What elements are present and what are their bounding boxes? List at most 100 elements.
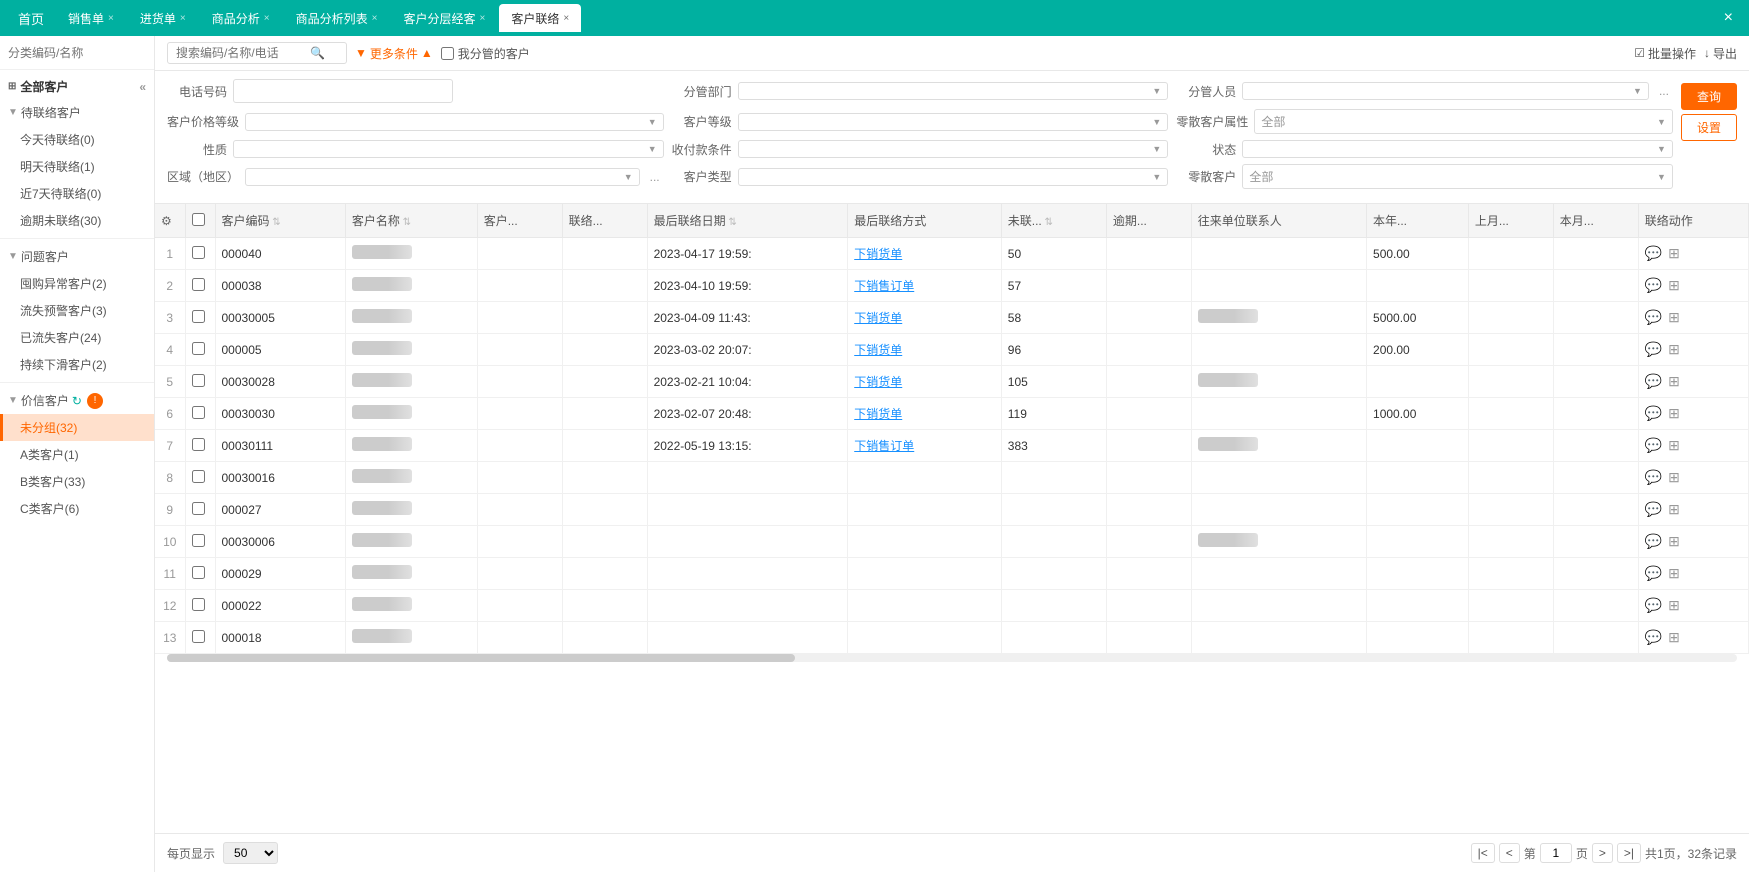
nav-tab-analysis-list[interactable]: 商品分析列表 ×: [284, 4, 390, 32]
close-all-button[interactable]: ×: [1716, 9, 1741, 27]
row-checkbox[interactable]: [192, 310, 205, 323]
sidebar-item-churn-warning[interactable]: 流失预警客户(3): [0, 297, 154, 324]
nav-home[interactable]: 首页: [8, 9, 54, 28]
qr-icon[interactable]: ⊞: [1668, 597, 1680, 614]
row-checkbox[interactable]: [192, 342, 205, 355]
col-gear[interactable]: ⚙: [155, 204, 185, 238]
nav-tab-analysis[interactable]: 商品分析 ×: [200, 4, 282, 32]
comment-icon[interactable]: 💬: [1645, 565, 1662, 582]
scrollbar-thumb[interactable]: [167, 654, 795, 662]
page-number-input[interactable]: [1540, 843, 1572, 863]
row-checkbox[interactable]: [192, 566, 205, 579]
qr-icon[interactable]: ⊞: [1668, 341, 1680, 358]
comment-icon[interactable]: 💬: [1645, 501, 1662, 518]
comment-icon[interactable]: 💬: [1645, 309, 1662, 326]
retail-attr-select[interactable]: 全部 ▼: [1254, 109, 1673, 134]
qr-icon[interactable]: ⊞: [1668, 405, 1680, 422]
qr-icon[interactable]: ⊞: [1668, 501, 1680, 518]
contact-way-link[interactable]: 下销货单: [854, 311, 902, 325]
query-button[interactable]: 查询: [1681, 83, 1737, 110]
col-last-date[interactable]: 最后联络日期: [647, 204, 848, 238]
next-page-button[interactable]: >: [1592, 843, 1613, 863]
row-checkbox[interactable]: [192, 438, 205, 451]
row-checkbox[interactable]: [192, 246, 205, 259]
sidebar-item-churned[interactable]: 已流失客户(24): [0, 324, 154, 351]
nav-tab-sales[interactable]: 销售单 ×: [56, 4, 126, 32]
more-conditions-button[interactable]: ▼ 更多条件 ▲: [355, 45, 433, 62]
contact-way-link[interactable]: 下销售订单: [854, 279, 914, 293]
status-select[interactable]: ▼: [1242, 140, 1673, 158]
qr-icon[interactable]: ⊞: [1668, 469, 1680, 486]
row-checkbox[interactable]: [192, 534, 205, 547]
row-checkbox[interactable]: [192, 630, 205, 643]
contact-way-link[interactable]: 下销售订单: [854, 439, 914, 453]
comment-icon[interactable]: 💬: [1645, 533, 1662, 550]
comment-icon[interactable]: 💬: [1645, 437, 1662, 454]
pending-group[interactable]: ▼ 待联络客户: [0, 99, 154, 126]
more-button[interactable]: ...: [1655, 84, 1673, 98]
sidebar-item-7day-pending[interactable]: 近7天待联络(0): [0, 180, 154, 207]
filter-search-icon[interactable]: 🔍: [310, 46, 325, 60]
close-icon[interactable]: ×: [563, 13, 569, 24]
close-icon[interactable]: ×: [479, 13, 485, 24]
comment-icon[interactable]: 💬: [1645, 597, 1662, 614]
row-checkbox[interactable]: [192, 470, 205, 483]
sidebar-item-today-pending[interactable]: 今天待联络(0): [0, 126, 154, 153]
nav-tab-segment[interactable]: 客户分层经客 ×: [391, 4, 497, 32]
customer-type-select[interactable]: ▼: [738, 168, 1169, 186]
all-customers-header[interactable]: ⊞ 全部客户 «: [0, 70, 154, 99]
last-page-button[interactable]: >|: [1617, 843, 1641, 863]
contact-way-link[interactable]: 下销货单: [854, 247, 902, 261]
gear-icon[interactable]: ⚙: [161, 214, 172, 228]
my-customers-checkbox[interactable]: [441, 47, 454, 60]
dept-select[interactable]: ▼: [738, 82, 1169, 100]
close-icon[interactable]: ×: [180, 13, 186, 24]
sidebar-item-a-class[interactable]: A类客户(1): [0, 441, 154, 468]
prev-page-button[interactable]: <: [1499, 843, 1520, 863]
comment-icon[interactable]: 💬: [1645, 373, 1662, 390]
filter-search-input[interactable]: [176, 46, 306, 60]
manager-select[interactable]: ▼: [1242, 82, 1649, 100]
batch-ops-button[interactable]: ☑ 批量操作: [1634, 45, 1696, 62]
nav-tab-contact[interactable]: 客户联络 ×: [499, 4, 581, 32]
retail-customer-select[interactable]: 全部 ▼: [1242, 164, 1673, 189]
qr-icon[interactable]: ⊞: [1668, 629, 1680, 646]
row-checkbox[interactable]: [192, 502, 205, 515]
sidebar-item-overdue[interactable]: 逾期未联络(30): [0, 207, 154, 234]
close-icon[interactable]: ×: [372, 13, 378, 24]
phone-input[interactable]: [233, 79, 453, 103]
close-icon[interactable]: ×: [108, 13, 114, 24]
refresh-icon[interactable]: ↻: [72, 394, 82, 408]
first-page-button[interactable]: |<: [1471, 843, 1495, 863]
sidebar-item-tomorrow-pending[interactable]: 明天待联络(1): [0, 153, 154, 180]
contact-way-link[interactable]: 下销货单: [854, 407, 902, 421]
export-button[interactable]: ↓ 导出: [1704, 45, 1737, 62]
sidebar-search-input[interactable]: [8, 46, 155, 60]
row-checkbox[interactable]: [192, 374, 205, 387]
qr-icon[interactable]: ⊞: [1668, 245, 1680, 262]
sidebar-item-ungroups[interactable]: 未分组(32): [0, 414, 154, 441]
customer-level-select[interactable]: ▼: [738, 113, 1169, 131]
row-checkbox[interactable]: [192, 406, 205, 419]
select-all-checkbox[interactable]: [192, 213, 205, 226]
contact-way-link[interactable]: 下销货单: [854, 375, 902, 389]
qr-icon[interactable]: ⊞: [1668, 277, 1680, 294]
problem-group[interactable]: ▼ 问题客户: [0, 243, 154, 270]
col-not-contacted[interactable]: 未联...: [1001, 204, 1106, 238]
price-level-select[interactable]: ▼: [245, 113, 664, 131]
comment-icon[interactable]: 💬: [1645, 341, 1662, 358]
reset-button[interactable]: 设置: [1681, 114, 1737, 141]
collapse-button[interactable]: «: [139, 80, 146, 94]
region-select[interactable]: ▼: [245, 168, 640, 186]
comment-icon[interactable]: 💬: [1645, 405, 1662, 422]
close-icon[interactable]: ×: [264, 13, 270, 24]
my-customers-checkbox-label[interactable]: 我分管的客户: [441, 45, 530, 62]
region-more-button[interactable]: ...: [646, 170, 664, 184]
row-checkbox[interactable]: [192, 598, 205, 611]
comment-icon[interactable]: 💬: [1645, 469, 1662, 486]
row-checkbox[interactable]: [192, 278, 205, 291]
payment-select[interactable]: ▼: [738, 140, 1169, 158]
nav-tab-purchase[interactable]: 进货单 ×: [128, 4, 198, 32]
sidebar-item-declining[interactable]: 持续下滑客户(2): [0, 351, 154, 378]
qr-icon[interactable]: ⊞: [1668, 437, 1680, 454]
